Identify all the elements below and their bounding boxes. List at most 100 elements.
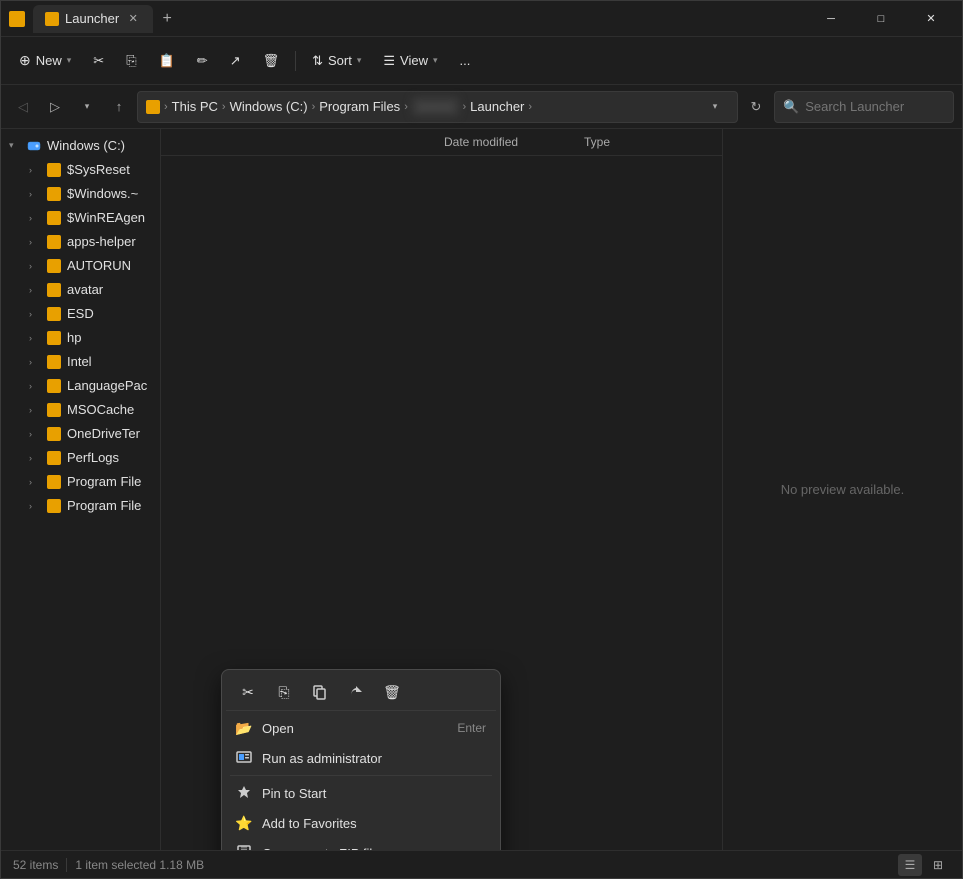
maximize-button[interactable]: □	[858, 1, 904, 37]
cut-button[interactable]: ✂	[83, 43, 114, 79]
sidebar-folder-icon	[47, 211, 61, 225]
sidebar-item[interactable]: ›$Windows.~	[5, 182, 156, 205]
breadcrumb[interactable]: › This PC › Windows (C:) › Program Files…	[137, 91, 738, 123]
view-chevron: ▾	[433, 55, 438, 66]
ctx-pin-item[interactable]: Pin to Start	[226, 778, 496, 808]
sidebar-item[interactable]: ›LanguagePac	[5, 374, 156, 397]
window: Launcher ✕ + ─ □ ✕ ⊕ New ▾ ✂ ⎘ 📋 ✏	[0, 0, 963, 879]
refresh-button[interactable]: ↻	[742, 93, 770, 121]
sidebar-folder-icon	[47, 355, 61, 369]
sidebar-item[interactable]: ›PerfLogs	[5, 446, 156, 469]
ctx-delete-button[interactable]: 🗑	[376, 678, 408, 706]
header-name[interactable]	[169, 135, 444, 149]
back-button[interactable]: ◁	[9, 93, 37, 121]
search-box[interactable]: 🔍	[774, 91, 954, 123]
minimize-button[interactable]: ─	[808, 1, 854, 37]
tab-folder-icon	[45, 12, 59, 26]
tab-label: Launcher	[65, 11, 119, 26]
sidebar-folder-icon	[47, 379, 61, 393]
new-tab-button[interactable]: +	[153, 5, 181, 33]
forward-button[interactable]: ▷	[41, 93, 69, 121]
ctx-cut-button[interactable]: ✂	[232, 678, 264, 706]
sidebar-item[interactable]: ›apps-helper	[5, 230, 156, 253]
ctx-share-button[interactable]	[340, 678, 372, 706]
sidebar-item-label: apps-helper	[67, 234, 148, 249]
view-grid-button[interactable]: ⊞	[926, 854, 950, 876]
copy-button[interactable]: ⎘	[116, 43, 146, 79]
sidebar-chevron: ›	[29, 165, 41, 175]
sidebar-folder-icon	[47, 499, 61, 513]
ctx-copy-button[interactable]: ⎘	[268, 678, 300, 706]
sidebar-item[interactable]: ›AUTORUN	[5, 254, 156, 277]
sidebar-folder-icon	[47, 259, 61, 273]
breadcrumb-drive[interactable]: Windows (C:)	[230, 99, 308, 114]
sidebar-item-root[interactable]: ▾ Windows (C:)	[5, 134, 156, 157]
new-button[interactable]: ⊕ New ▾	[9, 43, 81, 79]
delete-button[interactable]: 🗑	[253, 43, 290, 79]
sidebar-item[interactable]: ›Program File	[5, 494, 156, 517]
title-bar: Launcher ✕ + ─ □ ✕	[1, 1, 962, 37]
ctx-runas-item[interactable]: Run as administrator	[226, 743, 496, 773]
rename-icon: ✏	[197, 53, 208, 69]
close-button[interactable]: ✕	[908, 1, 954, 37]
share-button[interactable]: ↗	[220, 43, 251, 79]
address-dropdown[interactable]: ▾	[701, 93, 729, 121]
sidebar-item-label: avatar	[67, 282, 148, 297]
sidebar-item[interactable]: ›Intel	[5, 350, 156, 373]
sidebar-item[interactable]: ›MSOCache	[5, 398, 156, 421]
sidebar-chevron: ›	[29, 405, 41, 415]
breadcrumb-folder-icon	[146, 100, 160, 114]
sidebar-folder-icon	[47, 475, 61, 489]
new-label: New	[36, 53, 62, 68]
main-content: ▾ Windows (C:) ›$SysReset›$Windows.~›$Wi…	[1, 129, 962, 850]
breadcrumb-hidden[interactable]: ········	[412, 97, 459, 116]
sidebar-item[interactable]: ›Program File	[5, 470, 156, 493]
sidebar-chevron: ›	[29, 453, 41, 463]
breadcrumb-programfiles[interactable]: Program Files	[319, 99, 400, 114]
tab-launcher[interactable]: Launcher ✕	[33, 5, 153, 33]
preview-pane: No preview available.	[722, 129, 962, 850]
search-input[interactable]	[805, 99, 963, 114]
sidebar-item[interactable]: ›OneDriveTer	[5, 422, 156, 445]
ctx-compress-item[interactable]: Compress to ZIP file	[226, 838, 496, 850]
sidebar-folder-icon	[47, 427, 61, 441]
breadcrumb-sep-2: ›	[222, 101, 226, 113]
more-button[interactable]: ...	[450, 43, 481, 79]
sidebar-item[interactable]: ›$WinREAgen	[5, 206, 156, 229]
breadcrumb-sep-3: ›	[312, 101, 316, 113]
ctx-favorites-label: Add to Favorites	[262, 816, 486, 831]
recent-button[interactable]: ▾	[73, 93, 101, 121]
header-date[interactable]: Date modified	[444, 135, 584, 149]
breadcrumb-thispc[interactable]: This PC	[172, 99, 218, 114]
breadcrumb-launcher[interactable]: Launcher	[470, 99, 524, 114]
sidebar-item[interactable]: ›$SysReset	[5, 158, 156, 181]
tab-close-button[interactable]: ✕	[125, 11, 141, 27]
header-type[interactable]: Type	[584, 135, 714, 149]
ctx-paste-special-button[interactable]	[304, 678, 336, 706]
ctx-runas-label: Run as administrator	[262, 751, 486, 766]
view-list-button[interactable]: ☰	[898, 854, 922, 876]
sidebar-item-label: AUTORUN	[67, 258, 148, 273]
breadcrumb-folder	[146, 100, 160, 114]
sidebar-item-label: OneDriveTer	[67, 426, 148, 441]
new-icon: ⊕	[19, 52, 31, 69]
cut-icon: ✂	[93, 53, 104, 69]
tab-bar: Launcher ✕ +	[33, 5, 181, 33]
sort-button[interactable]: ⇅ Sort ▾	[302, 43, 371, 79]
sidebar-item[interactable]: ›hp	[5, 326, 156, 349]
sidebar-chevron: ›	[29, 477, 41, 487]
view-icon: ☰	[383, 53, 395, 69]
ctx-open-item[interactable]: 📂 Open Enter	[226, 713, 496, 743]
up-button[interactable]: ↑	[105, 93, 133, 121]
view-button[interactable]: ☰ View ▾	[373, 43, 447, 79]
paste-button[interactable]: 📋	[149, 43, 185, 79]
rename-button[interactable]: ✏	[187, 43, 218, 79]
ctx-favorites-item[interactable]: ⭐ Add to Favorites	[226, 808, 496, 838]
context-menu: ✂ ⎘ 🗑 📂 Open Ente	[221, 669, 501, 850]
sidebar-item[interactable]: › avatar	[5, 278, 156, 301]
sidebar-item[interactable]: ›ESD	[5, 302, 156, 325]
toolbar-separator	[295, 51, 296, 71]
sidebar-item-label: hp	[67, 330, 148, 345]
sidebar-chevron: ›	[29, 285, 41, 295]
sort-chevron: ▾	[357, 55, 362, 66]
